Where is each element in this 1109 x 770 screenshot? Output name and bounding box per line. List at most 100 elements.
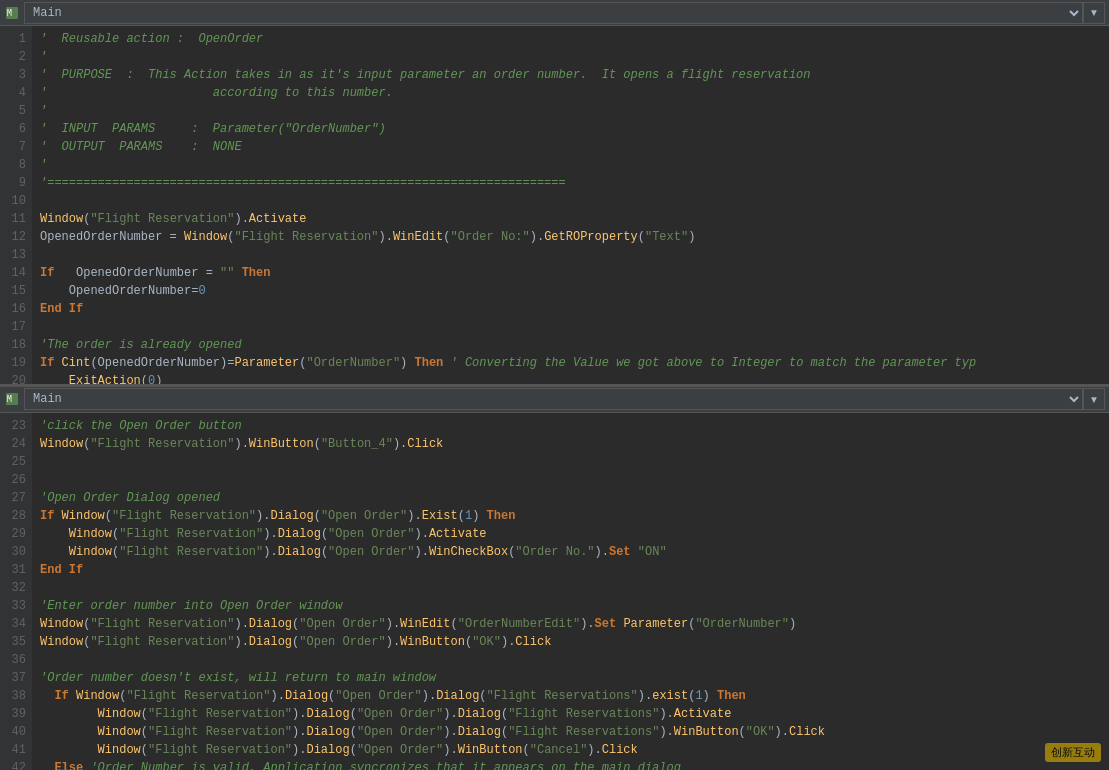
editor-container: M Main ▼ 1234567891011121314151617181920… — [0, 0, 1109, 770]
svg-text:M: M — [7, 395, 12, 404]
code-line — [40, 246, 1101, 264]
code-line: ' — [40, 48, 1101, 66]
line-number: 37 — [6, 669, 26, 687]
bottom-tab-bar: M Main ▼ — [0, 387, 1109, 413]
line-number: 7 — [6, 138, 26, 156]
line-number: 42 — [6, 759, 26, 770]
code-line: OpenedOrderNumber=0 — [40, 282, 1101, 300]
code-line: OpenedOrderNumber = Window("Flight Reser… — [40, 228, 1101, 246]
code-line — [40, 318, 1101, 336]
line-number: 30 — [6, 543, 26, 561]
code-line: ' OUTPUT PARAMS : NONE — [40, 138, 1101, 156]
code-line — [40, 651, 1101, 669]
top-tab-icon: M — [4, 5, 20, 21]
line-number: 31 — [6, 561, 26, 579]
line-number: 25 — [6, 453, 26, 471]
line-number: 17 — [6, 318, 26, 336]
top-tab-bar: M Main ▼ — [0, 0, 1109, 26]
line-number: 34 — [6, 615, 26, 633]
code-line: Window("Flight Reservation").Dialog("Ope… — [40, 633, 1101, 651]
line-number: 26 — [6, 471, 26, 489]
line-number: 15 — [6, 282, 26, 300]
line-number: 12 — [6, 228, 26, 246]
line-number: 32 — [6, 579, 26, 597]
code-line: If Cint(OpenedOrderNumber)=Parameter("Or… — [40, 354, 1101, 372]
top-line-numbers: 12345678910111213141516171819202122 — [0, 26, 32, 383]
top-tab-select[interactable]: Main — [24, 2, 1083, 24]
code-line: 'click the Open Order button — [40, 417, 1101, 435]
code-line: ' Reusable action : OpenOrder — [40, 30, 1101, 48]
line-number: 36 — [6, 651, 26, 669]
line-number: 18 — [6, 336, 26, 354]
line-number: 41 — [6, 741, 26, 759]
code-line: '=======================================… — [40, 174, 1101, 192]
top-code-content[interactable]: ' Reusable action : OpenOrder'' PURPOSE … — [32, 26, 1109, 383]
line-number: 40 — [6, 723, 26, 741]
line-number: 28 — [6, 507, 26, 525]
code-line: Window("Flight Reservation").Dialog("Ope… — [40, 705, 1101, 723]
line-number: 2 — [6, 48, 26, 66]
line-number: 8 — [6, 156, 26, 174]
bottom-tab-dropdown[interactable]: ▼ — [1083, 388, 1105, 410]
line-number: 27 — [6, 489, 26, 507]
code-line: Window("Flight Reservation").Dialog("Ope… — [40, 543, 1101, 561]
top-pane: M Main ▼ 1234567891011121314151617181920… — [0, 0, 1109, 387]
line-number: 35 — [6, 633, 26, 651]
code-line: Window("Flight Reservation").Dialog("Ope… — [40, 525, 1101, 543]
line-number: 23 — [6, 417, 26, 435]
code-line: Window("Flight Reservation").Dialog("Ope… — [40, 723, 1101, 741]
bottom-tab-select[interactable]: Main — [24, 388, 1083, 410]
code-line: If OpenedOrderNumber = "" Then — [40, 264, 1101, 282]
bottom-pane: M Main ▼ 2324252627282930313233343536373… — [0, 387, 1109, 771]
line-number: 16 — [6, 300, 26, 318]
code-line: ' PURPOSE : This Action takes in as it's… — [40, 66, 1101, 84]
top-code-area: 12345678910111213141516171819202122 ' Re… — [0, 26, 1109, 383]
code-line: 'Enter order number into Open Order wind… — [40, 597, 1101, 615]
line-number: 39 — [6, 705, 26, 723]
line-number: 13 — [6, 246, 26, 264]
bottom-tab-icon: M — [4, 391, 20, 407]
code-line: Window("Flight Reservation").Dialog("Ope… — [40, 741, 1101, 759]
line-number: 9 — [6, 174, 26, 192]
code-line: If Window("Flight Reservation").Dialog("… — [40, 687, 1101, 705]
top-tab-dropdown[interactable]: ▼ — [1083, 2, 1105, 24]
code-line: 'Order number doesn't exist, will return… — [40, 669, 1101, 687]
code-line: ' — [40, 102, 1101, 120]
svg-text:M: M — [7, 9, 12, 18]
code-line: ExitAction(0) — [40, 372, 1101, 383]
bottom-code-content[interactable]: 'click the Open Order buttonWindow("Flig… — [32, 413, 1109, 770]
line-number: 5 — [6, 102, 26, 120]
code-line: End If — [40, 561, 1101, 579]
code-line: 'The order is already opened — [40, 336, 1101, 354]
code-line — [40, 453, 1101, 471]
code-line: ' — [40, 156, 1101, 174]
code-line — [40, 192, 1101, 210]
code-line: Window("Flight Reservation").Dialog("Ope… — [40, 615, 1101, 633]
line-number: 11 — [6, 210, 26, 228]
code-line — [40, 471, 1101, 489]
line-number: 19 — [6, 354, 26, 372]
bottom-line-numbers: 2324252627282930313233343536373839404142… — [0, 413, 32, 770]
line-number: 6 — [6, 120, 26, 138]
line-number: 1 — [6, 30, 26, 48]
code-line: ' according to this number. — [40, 84, 1101, 102]
code-line — [40, 579, 1101, 597]
line-number: 29 — [6, 525, 26, 543]
line-number: 38 — [6, 687, 26, 705]
line-number: 10 — [6, 192, 26, 210]
line-number: 14 — [6, 264, 26, 282]
code-line: ' INPUT PARAMS : Parameter("OrderNumber"… — [40, 120, 1101, 138]
code-line: Window("Flight Reservation").WinButton("… — [40, 435, 1101, 453]
code-line: End If — [40, 300, 1101, 318]
line-number: 20 — [6, 372, 26, 383]
code-line: 'Open Order Dialog opened — [40, 489, 1101, 507]
code-line: Else 'Order Number is valid. Application… — [40, 759, 1101, 770]
code-line: If Window("Flight Reservation").Dialog("… — [40, 507, 1101, 525]
watermark: 创新互动 — [1045, 743, 1101, 762]
code-line: Window("Flight Reservation").Activate — [40, 210, 1101, 228]
bottom-code-area: 2324252627282930313233343536373839404142… — [0, 413, 1109, 770]
line-number: 3 — [6, 66, 26, 84]
line-number: 4 — [6, 84, 26, 102]
line-number: 33 — [6, 597, 26, 615]
line-number: 24 — [6, 435, 26, 453]
